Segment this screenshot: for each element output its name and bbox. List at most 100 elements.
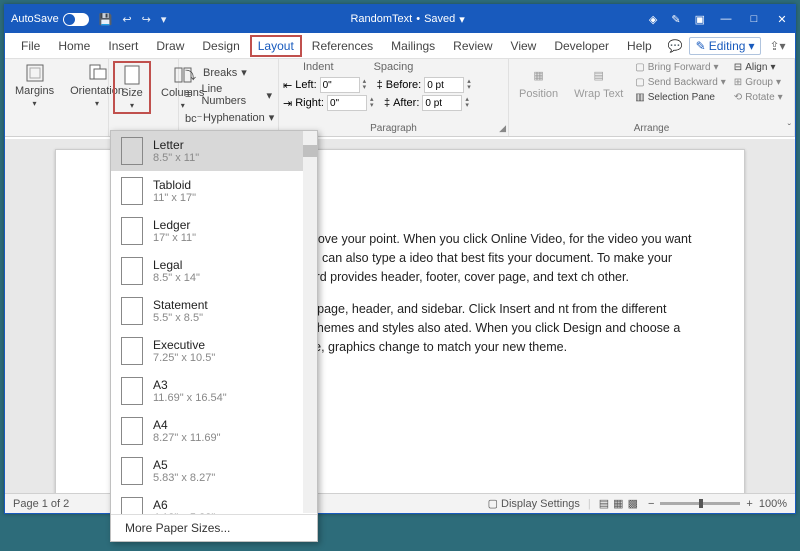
size-icon [121, 65, 143, 85]
size-dimensions: 8.5" x 11" [153, 152, 199, 164]
position-icon: ▦ [528, 66, 550, 86]
hyphenation-button[interactable]: bc⁻Hyphenation ▾ [183, 110, 274, 125]
size-option-tabloid[interactable]: Tabloid11" x 17" [111, 171, 317, 211]
page-indicator[interactable]: Page 1 of 2 [13, 498, 69, 510]
view-web-icon[interactable]: ▩ [628, 497, 638, 510]
hyphenation-icon: bc⁻ [185, 112, 199, 124]
tab-file[interactable]: File [13, 35, 48, 57]
tab-help[interactable]: Help [619, 35, 660, 57]
display-settings-button[interactable]: ▢ Display Settings [488, 497, 580, 510]
view-read-icon[interactable]: ▤ [599, 497, 609, 510]
tab-review[interactable]: Review [445, 35, 500, 57]
size-option-legal[interactable]: Legal8.5" x 14" [111, 251, 317, 291]
tab-mailings[interactable]: Mailings [383, 35, 443, 57]
size-name: Ledger [153, 218, 196, 232]
size-dimensions: 8.27" x 11.69" [153, 432, 221, 444]
close-button[interactable]: ✕ [775, 13, 789, 26]
save-icon[interactable]: 💾 [99, 13, 113, 26]
pen-icon[interactable]: ✎ [671, 13, 680, 26]
minimize-button[interactable]: — [719, 13, 733, 25]
size-option-statement[interactable]: Statement5.5" x 8.5" [111, 291, 317, 331]
undo-icon[interactable]: ↩ [122, 13, 131, 26]
bring-forward-icon: ▢ [635, 62, 644, 73]
margins-icon [24, 63, 46, 83]
window-icon[interactable]: ▣ [695, 13, 705, 26]
page-icon [121, 497, 143, 514]
size-dimensions: 5.5" x 8.5" [153, 312, 208, 324]
size-dropdown: Letter8.5" x 11"Tabloid11" x 17"Ledger17… [110, 130, 318, 542]
maximize-button[interactable]: □ [747, 13, 761, 25]
size-option-a5[interactable]: A55.83" x 8.27" [111, 451, 317, 491]
size-option-ledger[interactable]: Ledger17" x 11" [111, 211, 317, 251]
tab-home[interactable]: Home [50, 35, 98, 57]
tab-draw[interactable]: Draw [148, 35, 192, 57]
size-option-executive[interactable]: Executive7.25" x 10.5" [111, 331, 317, 371]
autosave-toggle[interactable]: AutoSave [11, 13, 89, 26]
selection-pane-icon: ▥ [635, 92, 644, 103]
zoom-in-icon[interactable]: + [746, 498, 752, 510]
body-paragraph[interactable]: help you prove your point. When you clic… [256, 230, 704, 286]
tab-insert[interactable]: Insert [100, 35, 146, 57]
breaks-icon: ⤵ [185, 67, 199, 79]
rotate-button: ⟲Rotate ▾ [732, 91, 785, 104]
size-name: Tabloid [153, 178, 196, 192]
size-name: A3 [153, 378, 227, 392]
spacing-after[interactable]: ‡After:▴▾ [384, 95, 475, 111]
ribbon-tabs: File Home Insert Draw Design Layout Refe… [5, 33, 795, 59]
wrap-text-icon: ▤ [588, 66, 610, 86]
comments-icon[interactable]: 💬 [664, 39, 687, 53]
align-button[interactable]: ⊟Align ▾ [732, 61, 785, 74]
paragraph-launcher-icon[interactable]: ◢ [499, 123, 506, 134]
collapse-ribbon-icon[interactable]: ˇ [788, 123, 791, 134]
tab-design[interactable]: Design [194, 35, 247, 57]
tab-view[interactable]: View [503, 35, 545, 57]
title-dot: • [416, 13, 420, 25]
share-icon[interactable]: ⇪▾ [763, 39, 791, 53]
size-option-letter[interactable]: Letter8.5" x 11" [111, 131, 317, 171]
redo-icon[interactable]: ↪ [142, 13, 151, 26]
indent-left[interactable]: ⇤Left:▴▾ [283, 77, 373, 93]
tab-developer[interactable]: Developer [546, 35, 617, 57]
qat-customize-icon[interactable]: ▾ [161, 13, 167, 26]
spacing-before[interactable]: ‡Before:▴▾ [377, 77, 478, 93]
align-icon: ⊟ [734, 62, 742, 73]
selection-pane-button[interactable]: ▥Selection Pane [633, 91, 728, 104]
group-button: ⊞Group ▾ [732, 76, 785, 89]
size-button[interactable]: Size▾ [113, 61, 151, 114]
save-state: Saved [424, 13, 455, 25]
page-icon [121, 337, 143, 365]
body-paragraph[interactable]: hing cover page, header, and sidebar. Cl… [256, 300, 704, 356]
spacing-before-icon: ‡ [377, 79, 383, 91]
send-backward-icon: ▢ [635, 77, 644, 88]
bring-forward-button: ▢Bring Forward ▾ [633, 61, 728, 74]
spacing-heading: Spacing [374, 61, 414, 73]
zoom-control[interactable]: − + 100% [648, 498, 787, 510]
zoom-slider[interactable] [660, 502, 740, 505]
size-option-a3[interactable]: A311.69" x 16.54" [111, 371, 317, 411]
line-numbers-button[interactable]: ≡Line Numbers ▾ [183, 82, 274, 108]
editing-mode-button[interactable]: ✎ Editing ▾ [689, 37, 762, 55]
indent-right[interactable]: ⇥Right:▴▾ [283, 95, 380, 111]
size-option-a4[interactable]: A48.27" x 11.69" [111, 411, 317, 451]
size-dimensions: 8.5" x 14" [153, 272, 200, 284]
dropdown-scrollbar[interactable] [303, 131, 317, 513]
rotate-icon: ⟲ [734, 92, 742, 103]
page-icon [121, 297, 143, 325]
tab-layout[interactable]: Layout [250, 35, 302, 57]
view-print-icon[interactable]: ▦ [613, 497, 623, 510]
chevron-down-icon: ▾ [459, 13, 465, 26]
zoom-level[interactable]: 100% [759, 498, 787, 510]
autosave-label: AutoSave [11, 13, 59, 25]
position-button: ▦ Position [513, 64, 564, 102]
breaks-button[interactable]: ⤵Breaks ▾ [183, 65, 274, 80]
arrange-group-label: Arrange [509, 123, 794, 134]
more-paper-sizes[interactable]: More Paper Sizes... [111, 514, 317, 541]
zoom-out-icon[interactable]: − [648, 498, 654, 510]
tab-references[interactable]: References [304, 35, 381, 57]
title-bar: AutoSave 💾 ↩ ↪ ▾ RandomText • Saved ▾ ◈ … [5, 5, 795, 33]
size-dimensions: 5.83" x 8.27" [153, 472, 215, 484]
size-option-a6[interactable]: A64.13" x 5.83" [111, 491, 317, 514]
diamond-icon[interactable]: ◈ [649, 13, 657, 26]
document-title[interactable]: RandomText • Saved ▾ [166, 13, 649, 26]
margins-button[interactable]: Margins▾ [9, 61, 60, 110]
